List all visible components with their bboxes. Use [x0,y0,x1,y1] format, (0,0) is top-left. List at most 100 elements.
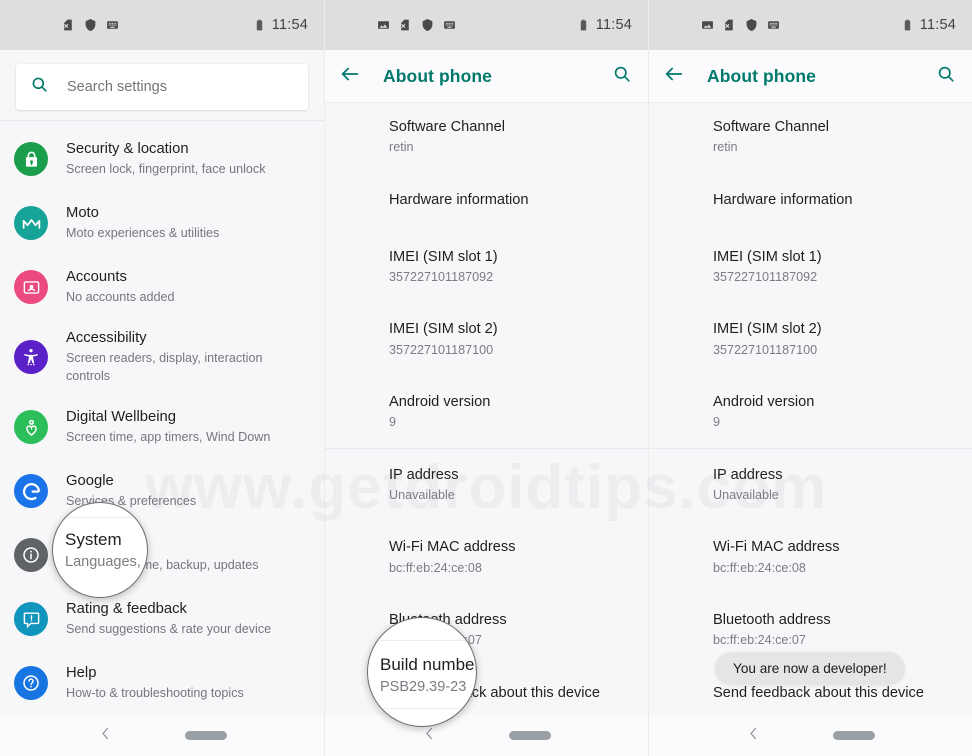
status-bar-icons [701,18,780,32]
sidebar-item-text: Accessibility Screen readers, display, i… [66,329,308,385]
row-title: Hardware information [389,191,529,208]
nav-bar-left [0,715,324,756]
about-row-wifi-mac[interactable]: Wi-Fi MAC address bc:ff:eb:24:ce:08 [649,527,972,587]
about-row-software-channel[interactable]: Software Channel retin [649,107,972,167]
about-row-imei-1[interactable]: IMEI (SIM slot 1) 357227101187092 [325,237,648,297]
row-title: IMEI (SIM slot 1) [389,248,498,265]
sidebar-item-text: Rating & feedback Send suggestions & rat… [66,600,271,639]
row-value: bc:ff:eb:24:ce:07 [713,633,806,648]
sidebar-item-security-location[interactable]: Security & location Screen lock, fingerp… [0,127,324,191]
home-pill-icon[interactable] [509,731,551,740]
about-row-bluetooth-address[interactable]: Bluetooth address bc:ff:eb:24:ce:07 [649,600,972,660]
sidebar-item-rating-feedback[interactable]: Rating & feedback Send suggestions & rat… [0,587,324,651]
sidebar-item-accounts[interactable]: Accounts No accounts added [0,255,324,319]
row-value: 357227101187100 [713,342,818,357]
row-title: Android version [713,394,815,411]
search-input[interactable]: Search settings [16,64,308,110]
wellbeing-icon [14,410,48,445]
sidebar-item-title: Moto [66,204,99,221]
sidebar-item-title: Rating & feedback [66,600,187,617]
row-title: Wi-Fi MAC address [713,539,840,556]
sidebar-item-moto[interactable]: Moto Moto experiences & utilities [0,191,324,255]
settings-panel: 11:54 Search settings Security & locatio… [0,0,324,756]
nav-bar-middle [325,715,648,756]
home-pill-icon[interactable] [184,731,227,740]
search-icon [30,75,49,99]
back-arrow-icon[interactable] [663,63,685,90]
magnifier-title: Build number [380,655,477,674]
row-title: Wi-Fi MAC address [389,539,516,556]
sidebar-item-text: Moto Moto experiences & utilities [66,204,219,243]
sidebar-item-subtitle: No accounts added [66,289,175,304]
about-row-imei-2[interactable]: IMEI (SIM slot 2) 357227101187100 [325,309,648,369]
search-icon[interactable] [936,64,956,89]
status-bar-right-panel: 11:54 [649,0,972,50]
row-gap [649,296,972,309]
image-icon [702,21,713,29]
sidebar-item-accessibility[interactable]: Accessibility Screen readers, display, i… [0,319,324,395]
lock-icon [14,142,48,176]
row-title: IP address [389,466,459,483]
row-value: Unavailable [389,488,455,503]
sidebar-item-text: Digital Wellbeing Screen time, app timer… [66,408,270,447]
about-row-android-version[interactable]: Android version 9 [325,382,648,442]
row-gap [649,587,972,600]
sidebar-item-text: Accounts No accounts added [66,268,175,307]
sidebar-item-title: Security & location [66,140,189,157]
magnifier-title: System [65,530,122,549]
about-phone-panel-middle: 11:54 About phone Software Channel retin… [324,0,648,756]
magnifier-subtitle: Languages, [65,554,141,571]
row-title: Bluetooth address [713,612,831,629]
accessibility-icon [14,340,48,375]
sidebar-item-title: Google [66,472,114,489]
status-bar-right: 11:54 [901,17,956,33]
about-row-imei-1[interactable]: IMEI (SIM slot 1) 357227101187092 [649,237,972,297]
nav-bar-right [649,715,972,756]
about-row-ip-address[interactable]: IP address Unavailable [649,455,972,515]
row-title: Send feedback about this device [713,684,924,701]
keyboard-icon [768,21,779,29]
row-value: Unavailable [713,488,779,503]
about-row-imei-2[interactable]: IMEI (SIM slot 2) 357227101187100 [649,309,972,369]
about-row-software-channel[interactable]: Software Channel retin [325,107,648,167]
about-row-hardware-information[interactable]: Hardware information [649,180,972,224]
about-row-ip-address[interactable]: IP address Unavailable [325,455,648,515]
sidebar-item-system[interactable]: System Languages, time, backup, updates [0,523,324,587]
about-row-wifi-mac[interactable]: Wi-Fi MAC address bc:ff:eb:24:ce:08 [325,527,648,587]
status-bar-left: 11:54 [0,0,324,50]
sidebar-item-subtitle: How-to & troubleshooting topics [66,685,244,700]
chevron-back-icon[interactable] [746,726,761,746]
row-gap [325,514,648,527]
home-pill-icon[interactable] [833,731,875,740]
sidebar-item-subtitle: Moto experiences & utilities [66,225,220,240]
sidebar-item-digital-wellbeing[interactable]: Digital Wellbeing Screen time, app timer… [0,395,324,459]
battery-icon [256,19,262,31]
row-title: IP address [713,466,783,483]
status-bar-middle: 11:54 [325,0,648,50]
back-arrow-icon[interactable] [339,63,361,90]
row-value: 357227101187092 [389,270,494,285]
row-gap [325,296,648,309]
row-value: retin [713,140,738,155]
sidebar-item-subtitle: Screen readers, display, interaction con… [66,350,263,383]
magnifier-subtitle: PSB29.39-23 [380,679,467,696]
row-gap [325,224,648,237]
account-icon [14,270,48,304]
moto-icon [14,206,48,240]
sidebar-item-text: Security & location Screen lock, fingerp… [66,140,266,179]
search-icon[interactable] [612,64,632,89]
about-row-android-version[interactable]: Android version 9 [649,382,972,442]
about-row-hardware-information[interactable]: Hardware information [325,180,648,224]
screenshot-stage: www.getdroidtips.com 11:54 Search settin… [0,0,972,756]
sidebar-item-help[interactable]: Help How-to & troubleshooting topics [0,651,324,715]
shield-icon [422,19,433,31]
sidebar-item-google[interactable]: Google Services & preferences [0,459,324,523]
sidebar-item-text: Help How-to & troubleshooting topics [66,664,244,703]
battery-icon [904,19,910,31]
sidebar-item-subtitle: Screen lock, fingerprint, face unlock [66,161,266,176]
chevron-back-icon[interactable] [422,726,437,746]
help-icon [14,666,48,701]
sidebar-item-title: Digital Wellbeing [66,408,176,425]
chevron-back-icon[interactable] [98,726,113,746]
status-bar-right: 11:54 [577,17,632,33]
